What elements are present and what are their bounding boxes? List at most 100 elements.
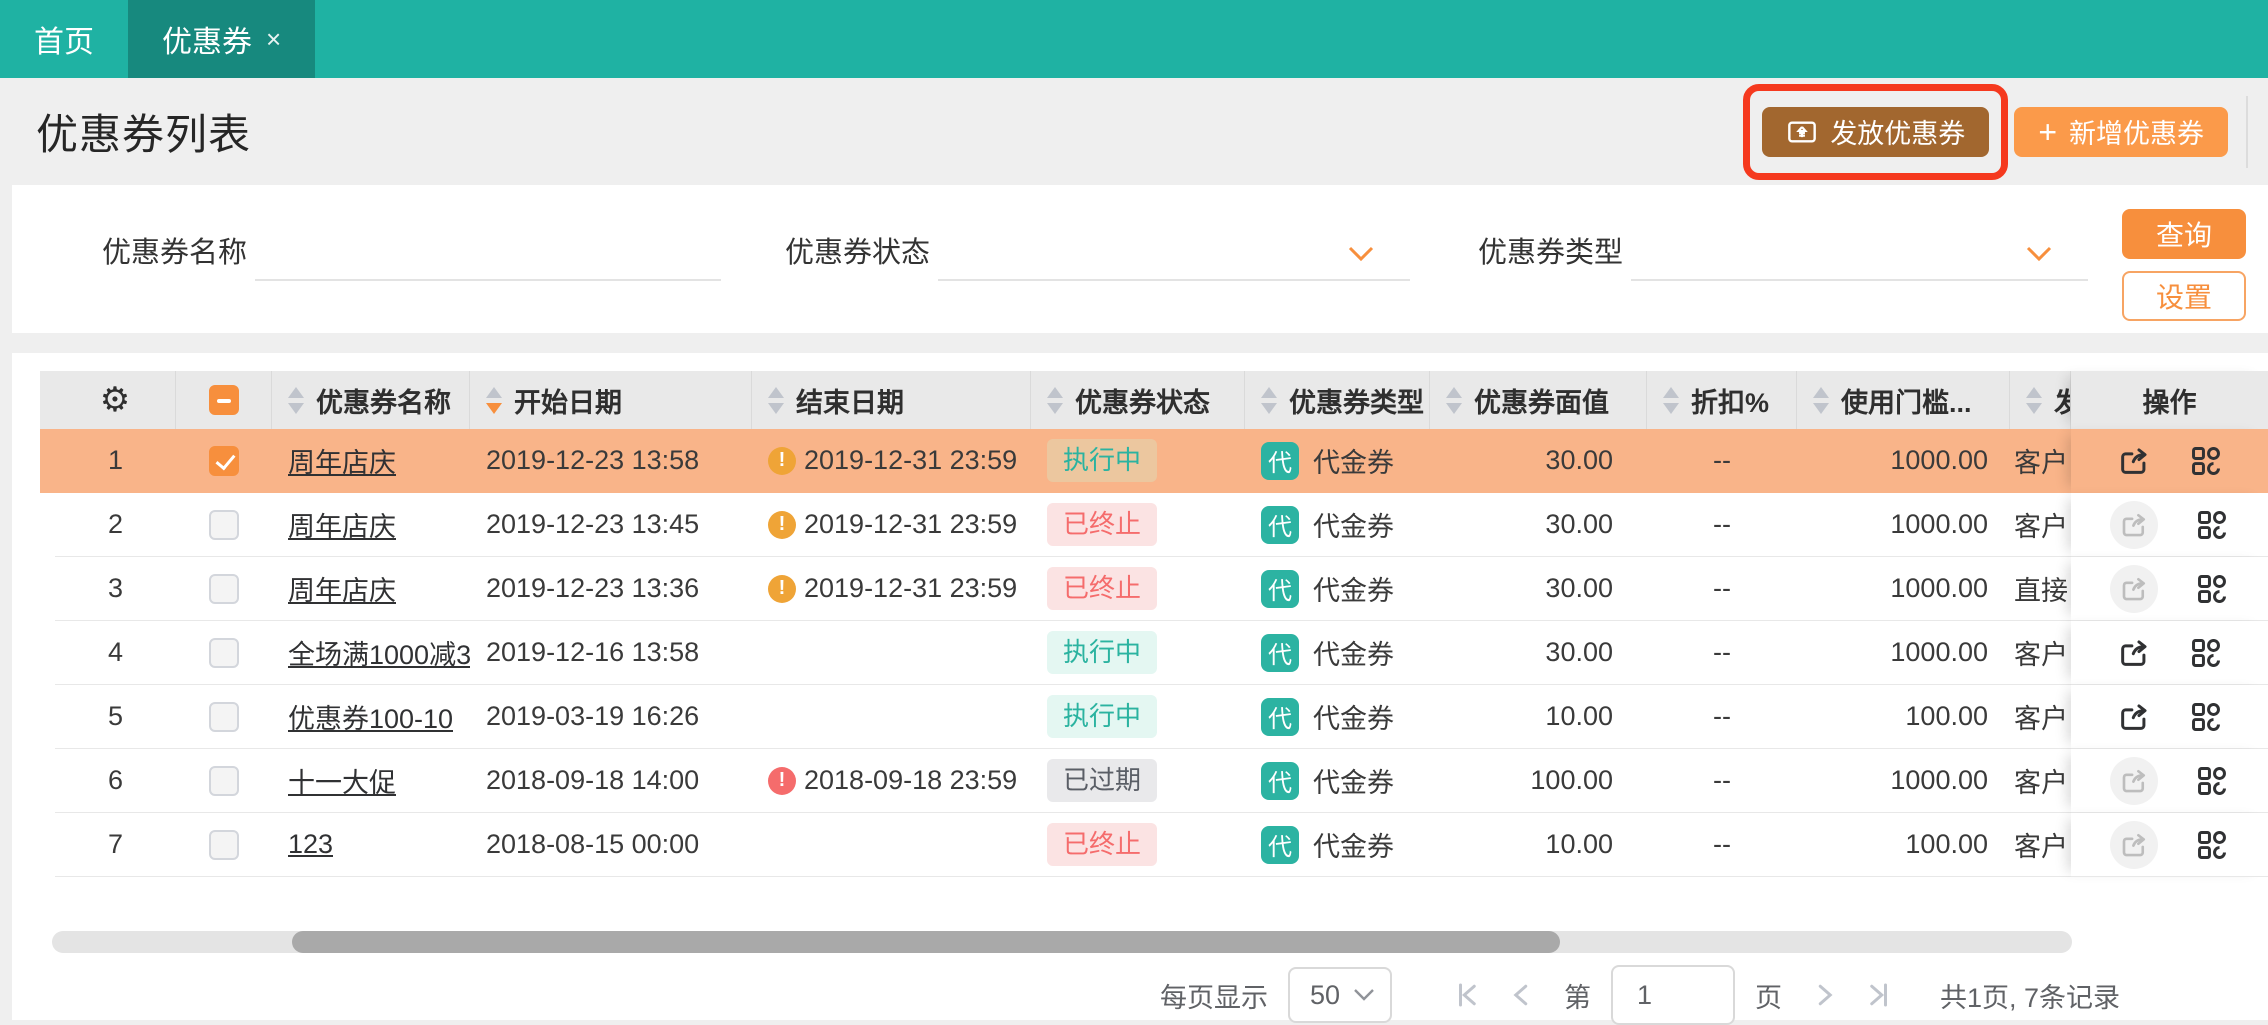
- value-cell: 10.00: [1430, 813, 1647, 877]
- tab-coupon[interactable]: 优惠券 ×: [128, 0, 316, 78]
- filter-name-label: 优惠券名称: [102, 237, 248, 269]
- grid-icon[interactable]: [2194, 507, 2230, 543]
- actions-cell: [2071, 429, 2268, 493]
- column-header-threshold[interactable]: 使用门槛...: [1797, 371, 2010, 429]
- sort-arrows-icon[interactable]: [2026, 386, 2042, 414]
- end-date-cell: ! 2019-12-31 23:59: [752, 429, 1031, 493]
- column-header-value[interactable]: 优惠券面值: [1430, 371, 1647, 429]
- first-page-button[interactable]: [1446, 973, 1490, 1017]
- row-checkbox[interactable]: [209, 765, 239, 796]
- gear-icon[interactable]: ⚙: [100, 383, 130, 417]
- threshold-cell: 1000.00: [1797, 493, 2010, 557]
- row-checkbox[interactable]: [209, 829, 239, 860]
- search-button[interactable]: 查询: [2122, 209, 2246, 259]
- coupon-name-cell: 周年店庆: [272, 493, 470, 557]
- coupon-type-select[interactable]: [1631, 237, 2089, 281]
- row-index: 5: [55, 685, 176, 749]
- prev-page-button[interactable]: [1500, 973, 1544, 1017]
- last-page-button[interactable]: [1856, 973, 1900, 1017]
- share-icon: [2109, 564, 2158, 613]
- coupon-name-link[interactable]: 123: [288, 829, 333, 860]
- sort-arrows-icon[interactable]: [1446, 386, 1462, 414]
- row-checkbox[interactable]: [209, 445, 239, 476]
- column-header-settings[interactable]: ⚙: [55, 371, 176, 429]
- coupon-name-cell: 123: [272, 813, 470, 877]
- column-header-discount[interactable]: 折扣%: [1647, 371, 1797, 429]
- column-header-start[interactable]: 开始日期: [470, 371, 752, 429]
- page-nav: 第 1 页: [1446, 965, 1900, 1025]
- column-header-status[interactable]: 优惠券状态: [1031, 371, 1245, 429]
- grid-icon[interactable]: [2188, 699, 2224, 735]
- close-icon[interactable]: ×: [266, 24, 281, 55]
- page-size-select[interactable]: 50: [1287, 967, 1392, 1023]
- column-header-end[interactable]: 结束日期: [752, 371, 1031, 429]
- grid-icon[interactable]: [2194, 763, 2230, 799]
- next-page-button[interactable]: [1802, 973, 1846, 1017]
- row-checkbox[interactable]: [209, 573, 239, 604]
- coupon-name-link[interactable]: 优惠券100-10: [288, 697, 453, 736]
- share-icon: [2109, 820, 2158, 869]
- coupon-name-link[interactable]: 全场满1000减30: [288, 633, 470, 672]
- grid-icon[interactable]: [2188, 635, 2224, 671]
- column-label: 结束日期: [796, 387, 904, 418]
- column-header-name[interactable]: 优惠券名称: [272, 371, 470, 429]
- column-header-type[interactable]: 优惠券类型: [1245, 371, 1430, 429]
- row-checkbox[interactable]: [209, 701, 239, 732]
- table-row: 4 全场满1000减30 2019-12-16 13:58 执行中代代金券 30.00-…: [40, 621, 2268, 685]
- column-label: 开始日期: [514, 387, 622, 418]
- grid-icon[interactable]: [2188, 443, 2224, 479]
- coupon-name-link[interactable]: 周年店庆: [288, 505, 396, 544]
- warning-icon: !: [768, 510, 796, 539]
- coupon-name-input[interactable]: [255, 237, 722, 281]
- grid-icon[interactable]: [2194, 571, 2230, 607]
- sort-arrows-icon[interactable]: [1047, 386, 1063, 414]
- horizontal-scrollbar-thumb[interactable]: [292, 931, 1560, 953]
- sort-arrows-icon[interactable]: [1663, 386, 1679, 414]
- column-header-select[interactable]: [176, 371, 272, 429]
- select-all-checkbox[interactable]: [208, 385, 239, 415]
- column-label: 发: [2054, 381, 2070, 420]
- add-coupon-button[interactable]: + 新增优惠券: [2014, 106, 2228, 157]
- warning-icon: !: [768, 766, 796, 795]
- status-badge: 已终止: [1047, 567, 1158, 610]
- row-checkbox[interactable]: [209, 637, 239, 668]
- sort-arrows-icon[interactable]: [288, 386, 304, 414]
- filter-name-field: 优惠券名称: [102, 229, 722, 281]
- coupon-name-link[interactable]: 十一大促: [288, 761, 396, 800]
- actions-cell: [2071, 557, 2268, 621]
- sort-arrows-icon[interactable]: [1261, 386, 1277, 414]
- value-cell: 10.00: [1430, 685, 1647, 749]
- horizontal-scrollbar-track[interactable]: [52, 931, 2072, 953]
- coupon-name-link[interactable]: 周年店庆: [288, 441, 396, 480]
- sort-arrows-icon[interactable]: [486, 386, 502, 414]
- card-gap: [0, 333, 2268, 353]
- chevron-down-icon: [1346, 244, 1376, 269]
- share-icon[interactable]: [2116, 635, 2152, 671]
- coupon-name-cell: 十一大促: [272, 749, 470, 813]
- coupon-name-link[interactable]: 周年店庆: [288, 569, 396, 608]
- start-date-cell: 2019-12-23 13:36: [470, 557, 752, 621]
- column-header-channel[interactable]: 发: [2010, 371, 2071, 429]
- row-checkbox-cell: [176, 493, 272, 557]
- type-cell: 代代金券: [1245, 621, 1430, 685]
- channel-cell: 客户: [2010, 813, 2071, 877]
- grid-icon[interactable]: [2194, 827, 2230, 863]
- sort-arrows-icon[interactable]: [1813, 386, 1829, 414]
- row-index: 6: [55, 749, 176, 813]
- status-badge: 执行中: [1047, 695, 1158, 738]
- page-number-input[interactable]: 1: [1610, 965, 1735, 1025]
- row-checkbox[interactable]: [209, 509, 239, 540]
- coupon-name-cell: 优惠券100-10: [272, 685, 470, 749]
- actions-cell: [2071, 621, 2268, 685]
- end-date-cell: ! 2018-09-18 23:59: [752, 749, 1031, 813]
- type-cell: 代代金券: [1245, 749, 1430, 813]
- row-checkbox-cell: [176, 429, 272, 493]
- tab-home[interactable]: 首页: [0, 0, 128, 78]
- share-icon[interactable]: [2116, 699, 2152, 735]
- share-icon[interactable]: [2116, 443, 2152, 479]
- issue-coupon-button[interactable]: 发放优惠券: [1762, 106, 1990, 157]
- sort-arrows-icon[interactable]: [768, 386, 784, 414]
- end-date-cell: [752, 621, 1031, 685]
- coupon-status-select[interactable]: [938, 237, 1411, 281]
- settings-button[interactable]: 设置: [2122, 271, 2246, 321]
